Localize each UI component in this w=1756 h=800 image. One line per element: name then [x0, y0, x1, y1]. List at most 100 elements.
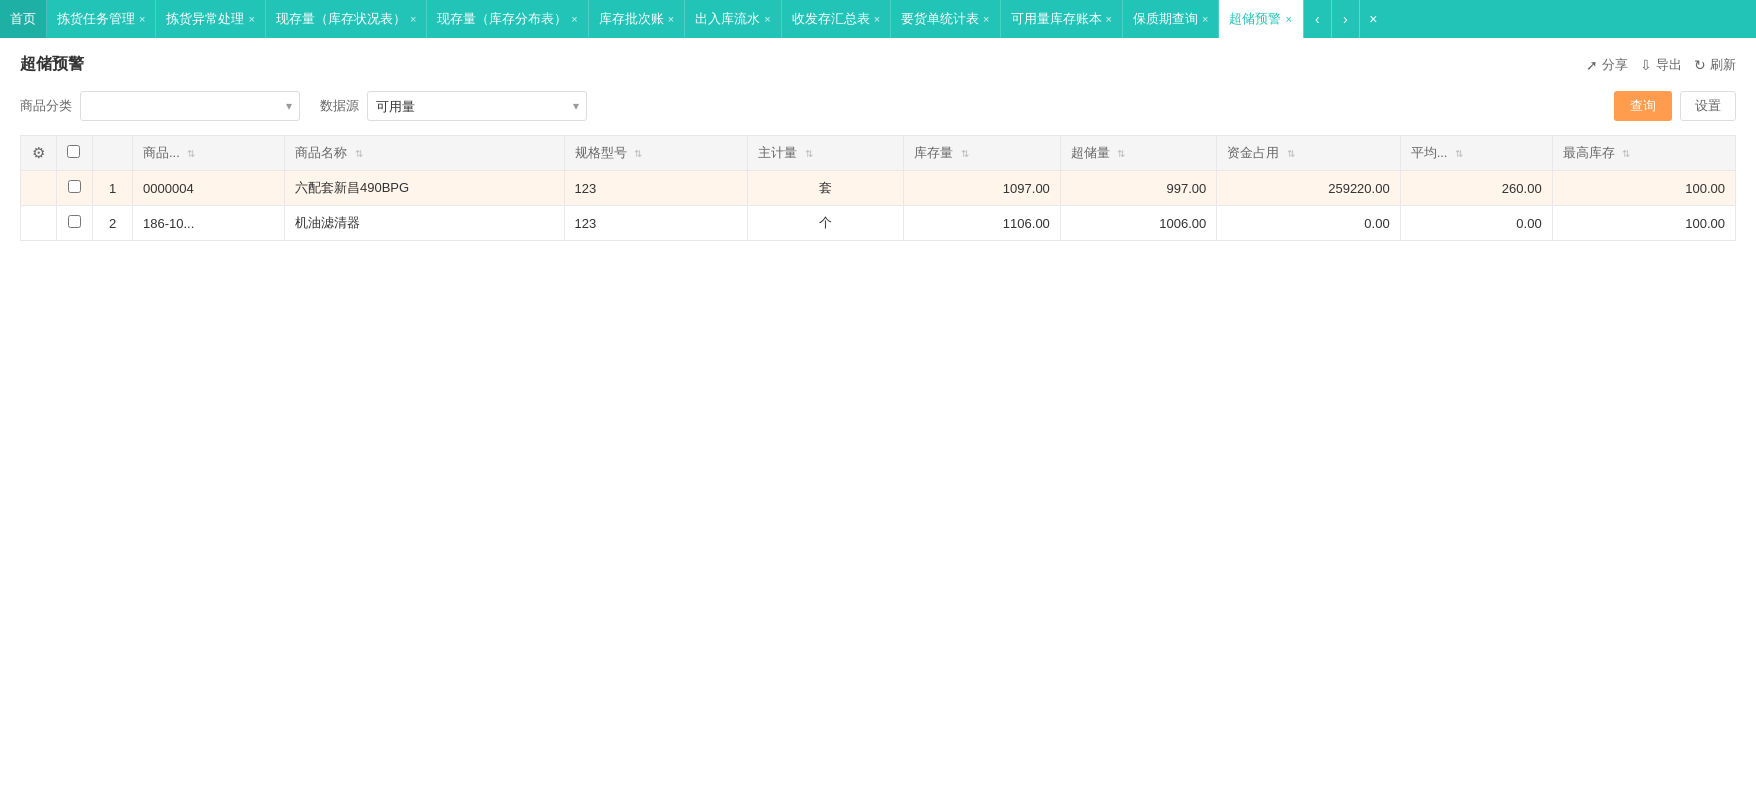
- th-max-stock[interactable]: 最高库存 ⇅: [1552, 136, 1735, 171]
- sort-sku-name-icon[interactable]: ⇅: [355, 148, 363, 159]
- nav-close-abnormal[interactable]: ×: [248, 13, 254, 25]
- nav-close-inout-flow[interactable]: ×: [764, 13, 770, 25]
- row-overstock: 997.00: [1060, 171, 1216, 206]
- th-spec[interactable]: 规格型号 ⇅: [564, 136, 747, 171]
- row-checkbox-cell[interactable]: [57, 171, 93, 206]
- table-body: 1 0000004 六配套新昌490BPG 123 套 1097.00 997.…: [21, 171, 1736, 241]
- row-settings-cell: [21, 206, 57, 241]
- row-capital: 0.00: [1217, 206, 1400, 241]
- th-sku-code[interactable]: 商品... ⇅: [133, 136, 285, 171]
- page-title: 超储预警: [20, 54, 84, 75]
- row-unit: 个: [747, 206, 903, 241]
- row-capital: 259220.00: [1217, 171, 1400, 206]
- page-header: 超储预警 ➚ 分享 ⇩ 导出 ↻ 刷新: [20, 54, 1736, 75]
- row-avg: 0.00: [1400, 206, 1552, 241]
- row-max-stock: 100.00: [1552, 171, 1735, 206]
- nav-close-task-mgmt[interactable]: ×: [139, 13, 145, 25]
- category-label: 商品分类: [20, 97, 72, 115]
- query-button[interactable]: 查询: [1614, 91, 1672, 121]
- datasource-label: 数据源: [320, 97, 359, 115]
- filter-buttons: 查询 设置: [1614, 91, 1736, 121]
- row-overstock: 1006.00: [1060, 206, 1216, 241]
- nav-inout-flow[interactable]: 出入库流水 ×: [685, 0, 781, 38]
- sort-stock-icon[interactable]: ⇅: [961, 148, 969, 159]
- nav-avail-stock[interactable]: 可用量库存账本 ×: [1001, 0, 1123, 38]
- row-sku-name: 六配套新昌490BPG: [284, 171, 564, 206]
- sort-overstock-icon[interactable]: ⇅: [1117, 148, 1125, 159]
- row-checkbox[interactable]: [68, 180, 81, 193]
- category-select-wrap: ▾: [80, 91, 300, 121]
- nav-close-avail-stock[interactable]: ×: [1106, 13, 1112, 25]
- filter-area: 商品分类 ▾ 数据源 可用量 ▾ 查询 设置: [20, 91, 1736, 121]
- row-sku-code: 186-10...: [133, 206, 285, 241]
- row-settings-cell: [21, 171, 57, 206]
- nav-close-shelf-life[interactable]: ×: [1202, 13, 1208, 25]
- category-select[interactable]: [80, 91, 300, 121]
- nav-task-mgmt[interactable]: 拣货任务管理 ×: [47, 0, 156, 38]
- nav-close-batch[interactable]: ×: [668, 13, 674, 25]
- nav-batch[interactable]: 库存批次账 ×: [589, 0, 685, 38]
- th-settings[interactable]: ⚙: [21, 136, 57, 171]
- share-button[interactable]: ➚ 分享: [1586, 56, 1628, 74]
- export-button[interactable]: ⇩ 导出: [1640, 56, 1682, 74]
- row-num: 1: [93, 171, 133, 206]
- row-checkbox-cell[interactable]: [57, 206, 93, 241]
- th-unit[interactable]: 主计量 ⇅: [747, 136, 903, 171]
- nav-close-inventory-dist[interactable]: ×: [571, 13, 577, 25]
- table-row: 1 0000004 六配套新昌490BPG 123 套 1097.00 997.…: [21, 171, 1736, 206]
- row-max-stock: 100.00: [1552, 206, 1735, 241]
- nav-close-all-button[interactable]: ×: [1359, 0, 1387, 38]
- select-all-checkbox[interactable]: [67, 145, 80, 158]
- settings-icon[interactable]: ⚙: [32, 144, 45, 161]
- sort-max-stock-icon[interactable]: ⇅: [1622, 148, 1630, 159]
- sort-unit-icon[interactable]: ⇅: [805, 148, 813, 159]
- datasource-select[interactable]: 可用量: [367, 91, 587, 121]
- th-num: [93, 136, 133, 171]
- nav-shelf-life[interactable]: 保质期查询 ×: [1123, 0, 1219, 38]
- refresh-icon: ↻: [1694, 57, 1706, 73]
- top-nav: 首页 拣货任务管理 × 拣货异常处理 × 现存量（库存状况表） × 现存量（库存…: [0, 0, 1756, 38]
- nav-close-inventory-status[interactable]: ×: [410, 13, 416, 25]
- refresh-button[interactable]: ↻ 刷新: [1694, 56, 1736, 74]
- nav-home[interactable]: 首页: [0, 0, 47, 38]
- nav-collect[interactable]: 收发存汇总表 ×: [782, 0, 891, 38]
- row-checkbox[interactable]: [68, 215, 81, 228]
- row-stock: 1106.00: [904, 206, 1060, 241]
- table-header-row: ⚙ 商品... ⇅ 商品名称 ⇅ 规格型号 ⇅: [21, 136, 1736, 171]
- export-icon: ⇩: [1640, 57, 1652, 73]
- datasource-filter-group: 数据源 可用量 ▾: [320, 91, 587, 121]
- page-actions: ➚ 分享 ⇩ 导出 ↻ 刷新: [1586, 56, 1736, 74]
- th-overstock[interactable]: 超储量 ⇅: [1060, 136, 1216, 171]
- nav-close-collect[interactable]: ×: [874, 13, 880, 25]
- nav-prev-button[interactable]: ‹: [1303, 0, 1331, 38]
- row-num: 2: [93, 206, 133, 241]
- set-button[interactable]: 设置: [1680, 91, 1736, 121]
- nav-close-order-stat[interactable]: ×: [983, 13, 989, 25]
- nav-inventory-dist[interactable]: 现存量（库存分布表） ×: [427, 0, 588, 38]
- nav-arrow-group: ‹ › ×: [1303, 0, 1387, 38]
- th-checkbox[interactable]: [57, 136, 93, 171]
- nav-overstock[interactable]: 超储预警 ×: [1219, 0, 1302, 38]
- nav-inventory-status[interactable]: 现存量（库存状况表） ×: [266, 0, 427, 38]
- sort-capital-icon[interactable]: ⇅: [1287, 148, 1295, 159]
- category-filter-group: 商品分类 ▾: [20, 91, 300, 121]
- row-sku-code: 0000004: [133, 171, 285, 206]
- sort-sku-code-icon[interactable]: ⇅: [187, 148, 195, 159]
- nav-next-button[interactable]: ›: [1331, 0, 1359, 38]
- nav-abnormal[interactable]: 拣货异常处理 ×: [156, 0, 265, 38]
- row-avg: 260.00: [1400, 171, 1552, 206]
- row-sku-name: 机油滤清器: [284, 206, 564, 241]
- row-stock: 1097.00: [904, 171, 1060, 206]
- data-table: ⚙ 商品... ⇅ 商品名称 ⇅ 规格型号 ⇅: [20, 135, 1736, 241]
- sort-spec-icon[interactable]: ⇅: [634, 148, 642, 159]
- row-unit: 套: [747, 171, 903, 206]
- datasource-select-wrap: 可用量 ▾: [367, 91, 587, 121]
- page-content: 超储预警 ➚ 分享 ⇩ 导出 ↻ 刷新 商品分类 ▾: [0, 38, 1756, 800]
- th-avg[interactable]: 平均... ⇅: [1400, 136, 1552, 171]
- nav-close-overstock[interactable]: ×: [1285, 13, 1291, 25]
- nav-order-stat[interactable]: 要货单统计表 ×: [891, 0, 1000, 38]
- th-sku-name[interactable]: 商品名称 ⇅: [284, 136, 564, 171]
- th-stock[interactable]: 库存量 ⇅: [904, 136, 1060, 171]
- sort-avg-icon[interactable]: ⇅: [1455, 148, 1463, 159]
- th-capital[interactable]: 资金占用 ⇅: [1217, 136, 1400, 171]
